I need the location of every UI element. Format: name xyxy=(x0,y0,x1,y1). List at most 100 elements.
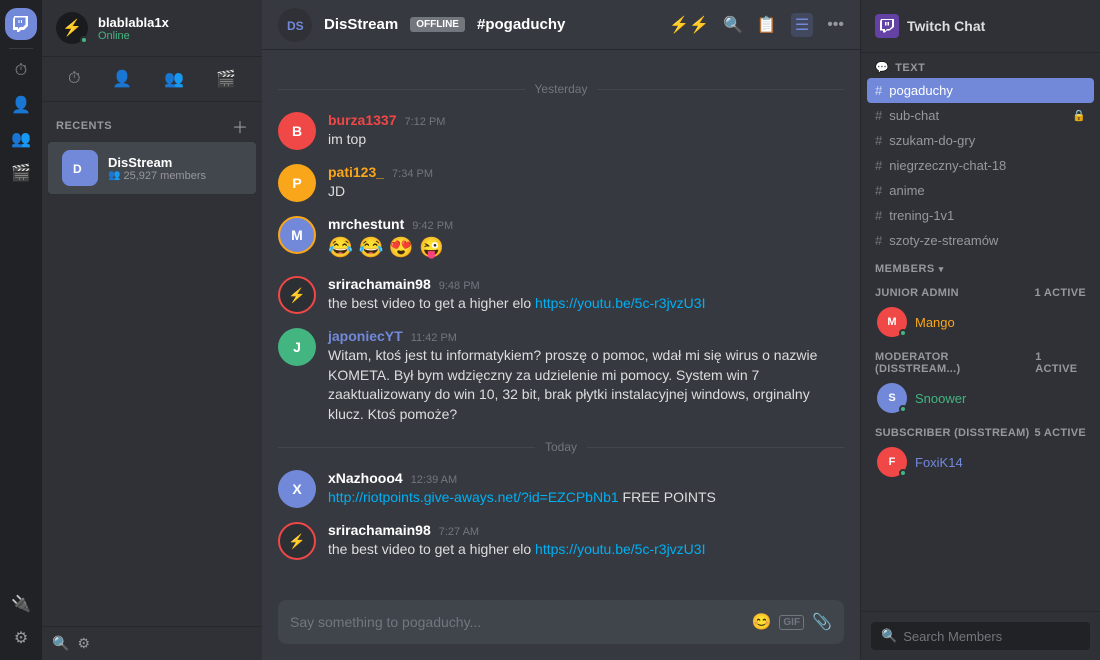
add-friend-icon[interactable]: 👥 xyxy=(160,65,188,93)
message: ⚡ srirachamain98 9:48 PM the best video … xyxy=(278,276,844,314)
settings-icon[interactable]: ⚙ xyxy=(7,624,35,652)
message-time: 7:12 PM xyxy=(404,116,445,128)
message-avatar: B xyxy=(278,112,316,150)
twitch-chat-label: Twitch Chat xyxy=(907,18,985,34)
message-header: pati123_ 7:34 PM xyxy=(328,164,844,180)
search-footer-icon[interactable]: 🔍 xyxy=(52,635,69,652)
message-time: 7:34 PM xyxy=(392,168,433,180)
twitch-icon[interactable] xyxy=(5,8,37,40)
more-icon[interactable]: ••• xyxy=(827,16,844,34)
member-item[interactable]: S Snoower xyxy=(869,379,1092,417)
video-icon[interactable]: 🎬 xyxy=(7,159,35,187)
role-group-moderator: MODERATOR (DISSTREAM...) 1 Active S Snoo… xyxy=(861,343,1100,419)
message-link[interactable]: http://riotpoints.give-aways.net/?id=EZC… xyxy=(328,489,619,505)
date-divider-today: Today xyxy=(278,440,844,454)
text-section-label: 💬 TEXT xyxy=(861,53,1100,78)
hash-icon: # xyxy=(875,208,882,223)
role-label: MODERATOR (DISSTREAM...) 1 Active xyxy=(869,349,1092,379)
chat-header: DS DisStream OFFLINE #pogaduchy ⚡⚡ 🔍 📋 ☰… xyxy=(262,0,860,50)
channel-item-trening[interactable]: # trening-1v1 xyxy=(867,203,1094,228)
message-header: srirachamain98 7:27 AM xyxy=(328,522,844,538)
message: ⚡ srirachamain98 7:27 AM the best video … xyxy=(278,522,844,560)
call-icon[interactable]: 🎬 xyxy=(212,65,240,93)
attachment-icon[interactable]: 📎 xyxy=(812,612,832,632)
clock-icon[interactable]: ⏱ xyxy=(64,66,84,92)
svg-text:D: D xyxy=(73,162,82,176)
friends-icon[interactable]: 👤 xyxy=(108,65,136,93)
dm-icon[interactable]: 👤 xyxy=(7,91,35,119)
user-status: Online xyxy=(98,30,169,42)
settings-footer-icon[interactable]: ⚙ xyxy=(77,635,90,652)
message-time: 11:42 PM xyxy=(411,332,457,344)
channel-item-niegrzeczny[interactable]: # niegrzeczny-chat-18 xyxy=(867,153,1094,178)
message-time: 7:27 AM xyxy=(439,526,479,538)
avatar-letter: ⚡ xyxy=(62,18,82,38)
role-count: 1 Active xyxy=(1034,287,1086,299)
member-avatar: M xyxy=(877,307,907,337)
recents-label: RECENTS xyxy=(56,120,112,132)
message-content: mrchestunt 9:42 PM 😂 😂 😍 😜 xyxy=(328,216,844,262)
channel-name: pogaduchy xyxy=(889,83,953,98)
search-members-icon: 🔍 xyxy=(881,628,897,644)
message-avatar: X xyxy=(278,470,316,508)
sidebar-bottom: 🔌 ⚙ xyxy=(7,590,35,652)
message-username: pati123_ xyxy=(328,164,384,180)
boost-icon[interactable]: ⚡⚡ xyxy=(669,15,709,35)
search-members-area: 🔍 xyxy=(861,611,1100,660)
message-text: 😂 😂 😍 😜 xyxy=(328,234,844,262)
server-name: DisStream xyxy=(324,16,398,33)
hash-icon: # xyxy=(875,108,882,123)
svg-text:DS: DS xyxy=(287,19,304,33)
layers-icon[interactable]: 📋 xyxy=(757,15,777,35)
online-dot xyxy=(899,469,907,477)
message: P pati123_ 7:34 PM JD xyxy=(278,164,844,202)
channel-item-pogaduchy[interactable]: # pogaduchy xyxy=(867,78,1094,103)
channel-item-szukam-do-gry[interactable]: # szukam-do-gry xyxy=(867,128,1094,153)
menu-icon[interactable]: ☰ xyxy=(791,13,813,37)
message-text: the best video to get a higher elo https… xyxy=(328,540,844,560)
message-link[interactable]: https://youtu.be/5c-r3jvzU3I xyxy=(535,541,705,557)
hash-icon: # xyxy=(875,233,882,248)
gif-button[interactable]: GIF xyxy=(779,615,804,630)
sidebar-separator xyxy=(9,48,33,49)
message-header: mrchestunt 9:42 PM xyxy=(328,216,844,232)
plugins-icon[interactable]: 🔌 xyxy=(7,590,35,618)
groups-icon[interactable]: 👥 xyxy=(7,125,35,153)
search-members-input[interactable] xyxy=(903,629,1080,644)
hash-icon: # xyxy=(875,183,882,198)
message-content: pati123_ 7:34 PM JD xyxy=(328,164,844,202)
message-link[interactable]: https://youtu.be/5c-r3jvzU3I xyxy=(535,295,705,311)
add-dm-icon[interactable]: ＋ xyxy=(232,114,248,138)
server-avatar: D xyxy=(62,150,98,186)
search-icon[interactable]: 🔍 xyxy=(723,15,743,35)
dm-item[interactable]: D DisStream 👥 25,927 members xyxy=(48,142,256,194)
members-header[interactable]: MEMBERS ▾ xyxy=(875,263,1086,275)
message-username: srirachamain98 xyxy=(328,276,431,292)
message-header: srirachamain98 9:48 PM xyxy=(328,276,844,292)
avatar: ⚡ xyxy=(56,12,88,44)
chat-input[interactable] xyxy=(290,614,743,630)
message: J japoniecYT 11:42 PM Witam, ktoś jest t… xyxy=(278,328,844,424)
channel-name: anime xyxy=(889,183,924,198)
dm-toolbar: ⏱ 👤 👥 🎬 xyxy=(42,57,262,102)
channel-name-header: #pogaduchy xyxy=(477,16,565,33)
message: M mrchestunt 9:42 PM 😂 😂 😍 😜 xyxy=(278,216,844,262)
right-panel-header: Twitch Chat xyxy=(861,0,1100,53)
member-item[interactable]: F FoxiK14 xyxy=(869,443,1092,481)
channel-item-sub-chat[interactable]: # sub-chat 🔒 xyxy=(867,103,1094,128)
username: blablabla1x xyxy=(98,15,169,30)
message-avatar: ⚡ xyxy=(278,276,316,314)
channel-item-szoty[interactable]: # szoty-ze-streamów xyxy=(867,228,1094,253)
channel-name: szukam-do-gry xyxy=(889,133,975,148)
channel-item-anime[interactable]: # anime xyxy=(867,178,1094,203)
member-item[interactable]: M Mango xyxy=(869,303,1092,341)
emoji-icon[interactable]: 😊 xyxy=(751,612,771,632)
member-name: Snoower xyxy=(915,391,966,406)
role-label: SUBSCRIBER (DISSTREAM) 5 Active xyxy=(869,425,1092,443)
app-sidebar: ⏱ 👤 👥 🎬 🔌 ⚙ xyxy=(0,0,42,660)
message-avatar: ⚡ xyxy=(278,522,316,560)
channels-list: # pogaduchy # sub-chat 🔒 # szukam-do-gry… xyxy=(861,78,1100,253)
member-avatar: F xyxy=(877,447,907,477)
friends-icon[interactable]: ⏱ xyxy=(7,57,35,85)
message-content: xNazhooo4 12:39 AM http://riotpoints.giv… xyxy=(328,470,844,508)
